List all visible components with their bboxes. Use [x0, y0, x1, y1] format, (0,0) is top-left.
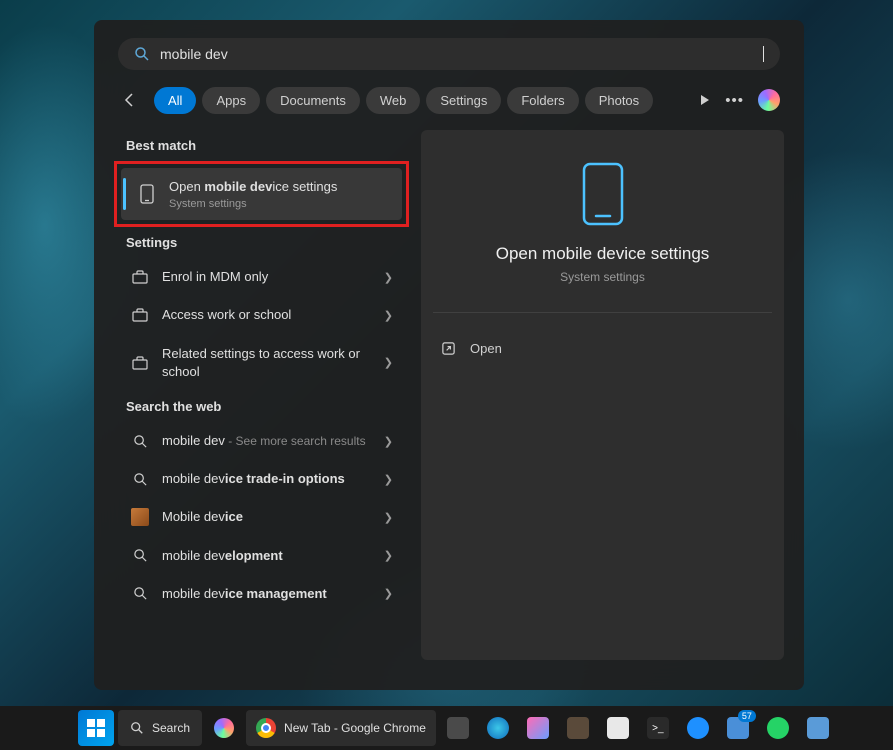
- search-icon: [130, 586, 150, 601]
- result-title: Mobile device: [162, 508, 378, 526]
- taskbar-chrome[interactable]: New Tab - Google Chrome: [246, 710, 436, 746]
- result-open-mobile-device-settings[interactable]: Open mobile device settings System setti…: [121, 168, 402, 220]
- phone-icon: [137, 184, 157, 204]
- filter-tabs-row: All Apps Documents Web Settings Folders …: [106, 86, 792, 114]
- taskbar-app-1[interactable]: [440, 710, 476, 746]
- back-button[interactable]: [118, 86, 148, 114]
- taskbar-app-8[interactable]: 57: [720, 710, 756, 746]
- search-box[interactable]: mobile dev: [118, 38, 780, 70]
- result-title: mobile development: [162, 547, 378, 565]
- taskbar-search-label: Search: [152, 721, 190, 735]
- search-icon: [130, 472, 150, 487]
- result-web-mobile-device[interactable]: Mobile device ❯: [114, 498, 409, 536]
- section-settings: Settings: [114, 227, 409, 258]
- result-web-trade-in[interactable]: mobile device trade-in options ❯: [114, 460, 409, 498]
- taskbar: Search New Tab - Google Chrome >_ 57: [0, 706, 893, 750]
- badge-count: 57: [738, 710, 756, 722]
- preview-pane: Open mobile device settings System setti…: [421, 130, 784, 660]
- chevron-right-icon: ❯: [378, 271, 399, 284]
- taskbar-whatsapp[interactable]: [760, 710, 796, 746]
- chrome-icon: [256, 718, 276, 738]
- chevron-right-icon: ❯: [378, 511, 399, 524]
- tab-settings[interactable]: Settings: [426, 87, 501, 114]
- start-menu-search-panel: mobile dev All Apps Documents Web Settin…: [94, 20, 804, 690]
- tab-apps[interactable]: Apps: [202, 87, 260, 114]
- tab-documents[interactable]: Documents: [266, 87, 360, 114]
- preview-open-action[interactable]: Open: [433, 331, 772, 366]
- chevron-right-icon: ❯: [378, 473, 399, 486]
- search-input[interactable]: mobile dev: [160, 46, 764, 62]
- more-options-button[interactable]: •••: [725, 92, 744, 109]
- taskbar-app-10[interactable]: [800, 710, 836, 746]
- chevron-right-icon: ❯: [378, 356, 399, 369]
- taskbar-search[interactable]: Search: [118, 710, 202, 746]
- briefcase-icon: [130, 356, 150, 370]
- taskbar-edge[interactable]: [480, 710, 516, 746]
- chevron-right-icon: ❯: [378, 309, 399, 322]
- section-search-web: Search the web: [114, 391, 409, 422]
- result-title: Related settings to access work or schoo…: [162, 345, 378, 381]
- section-best-match: Best match: [114, 130, 409, 161]
- tab-web[interactable]: Web: [366, 87, 421, 114]
- result-title: mobile device management: [162, 585, 378, 603]
- result-title: Enrol in MDM only: [162, 268, 378, 286]
- preview-subtitle: System settings: [560, 270, 645, 284]
- taskbar-terminal[interactable]: >_: [640, 710, 676, 746]
- tab-photos[interactable]: Photos: [585, 87, 653, 114]
- chevron-right-icon: ❯: [378, 435, 399, 448]
- preview-title: Open mobile device settings: [496, 244, 710, 264]
- briefcase-icon: [130, 308, 150, 322]
- tab-all[interactable]: All: [154, 87, 196, 114]
- result-web-mobile-dev[interactable]: mobile dev - See more search results ❯: [114, 422, 409, 460]
- taskbar-app-4[interactable]: [560, 710, 596, 746]
- result-enrol-mdm[interactable]: Enrol in MDM only ❯: [114, 258, 409, 296]
- bing-icon: [130, 508, 150, 526]
- result-access-work-school[interactable]: Access work or school ❯: [114, 296, 409, 334]
- taskbar-app-3[interactable]: [520, 710, 556, 746]
- taskbar-copilot[interactable]: [206, 710, 242, 746]
- chrome-window-title: New Tab - Google Chrome: [284, 721, 426, 735]
- taskbar-store[interactable]: [600, 710, 636, 746]
- result-title: mobile device trade-in options: [162, 470, 378, 488]
- chevron-right-icon: ❯: [378, 549, 399, 562]
- result-web-development[interactable]: mobile development ❯: [114, 537, 409, 575]
- result-title: Access work or school: [162, 306, 378, 324]
- preview-action-label: Open: [470, 341, 502, 356]
- open-icon: [441, 341, 456, 356]
- play-icon[interactable]: [699, 94, 711, 106]
- search-icon: [134, 46, 150, 62]
- result-related-settings[interactable]: Related settings to access work or schoo…: [114, 335, 409, 391]
- result-title: mobile dev - See more search results: [162, 432, 378, 450]
- search-icon: [130, 548, 150, 563]
- copilot-icon[interactable]: [758, 89, 780, 111]
- chevron-right-icon: ❯: [378, 587, 399, 600]
- tab-folders[interactable]: Folders: [507, 87, 578, 114]
- result-subtitle: System settings: [169, 198, 392, 210]
- taskbar-app-7[interactable]: [680, 710, 716, 746]
- briefcase-icon: [130, 270, 150, 284]
- annotation-highlight: Open mobile device settings System setti…: [114, 161, 409, 227]
- result-web-management[interactable]: mobile device management ❯: [114, 575, 409, 613]
- phone-icon: [582, 162, 624, 226]
- search-icon: [130, 434, 150, 449]
- result-title: Open mobile device settings: [169, 178, 392, 196]
- results-list: Best match Open mobile device settings S…: [114, 130, 409, 660]
- start-button[interactable]: [78, 710, 114, 746]
